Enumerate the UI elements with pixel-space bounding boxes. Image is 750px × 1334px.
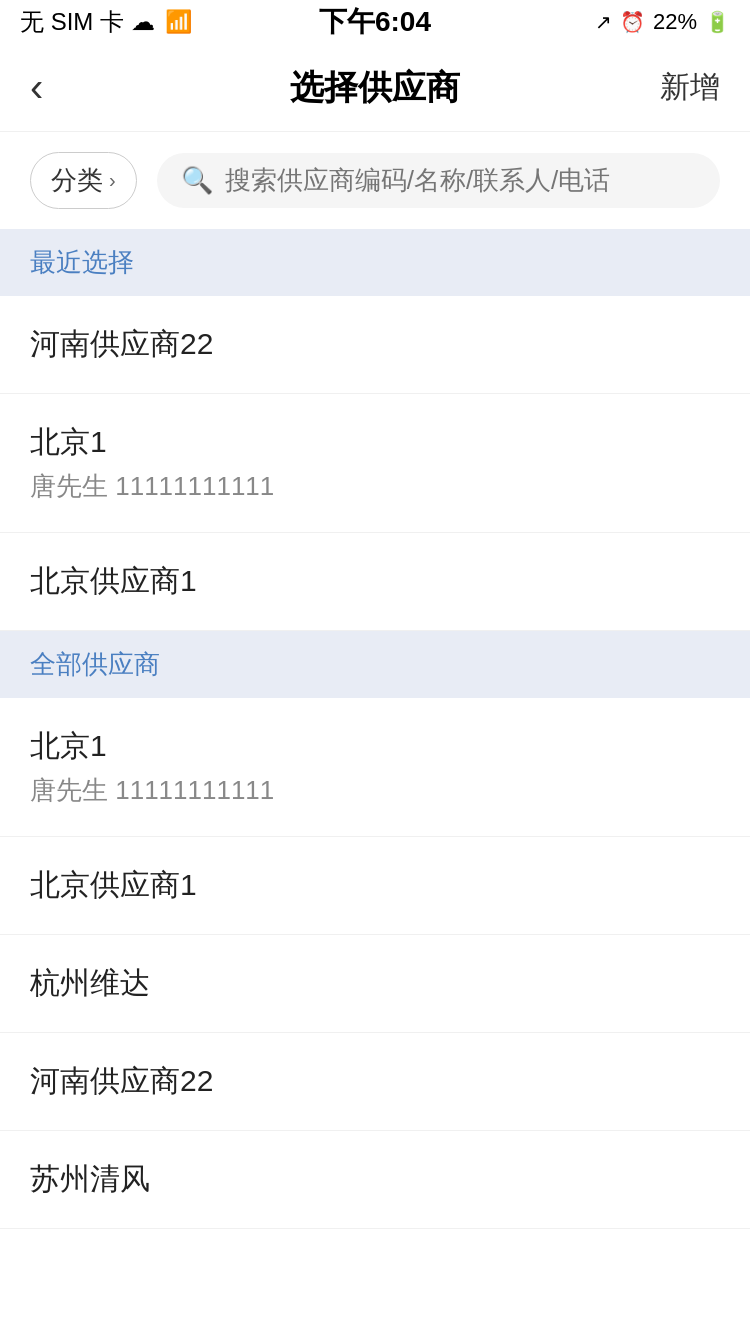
item-name: 北京供应商1: [30, 561, 720, 602]
no-sim-text: 无 SIM 卡 ☁: [20, 6, 155, 38]
battery-icon: 🔋: [705, 10, 730, 34]
all-list-item[interactable]: 苏州清风: [0, 1131, 750, 1229]
recent-section-header: 最近选择: [0, 229, 750, 296]
recent-section-label: 最近选择: [30, 247, 134, 277]
location-icon: ↗: [595, 10, 612, 34]
category-button[interactable]: 分类 ›: [30, 152, 137, 209]
category-label: 分类: [51, 163, 103, 198]
item-name: 苏州清风: [30, 1159, 720, 1200]
item-sub: 唐先生 11111111111: [30, 773, 720, 808]
recent-list-item[interactable]: 河南供应商22: [0, 296, 750, 394]
search-box[interactable]: 🔍: [157, 153, 720, 208]
alarm-icon: ⏰: [620, 10, 645, 34]
all-section-header: 全部供应商: [0, 631, 750, 698]
all-items-list: 北京1 唐先生 11111111111 北京供应商1 杭州维达河南供应商22 苏州清风: [0, 698, 750, 1229]
status-left: 无 SIM 卡 ☁ 📶: [20, 6, 192, 38]
all-list-item[interactable]: 北京1 唐先生 11111111111: [0, 698, 750, 837]
all-section-label: 全部供应商: [30, 649, 160, 679]
item-sub: 唐先生 11111111111: [30, 469, 720, 504]
back-button[interactable]: ‹: [20, 55, 53, 120]
item-name: 北京供应商1: [30, 865, 720, 906]
recent-items-list: 河南供应商22 北京1 唐先生 11111111111 北京供应商1: [0, 296, 750, 631]
item-name: 河南供应商22: [30, 1061, 720, 1102]
item-name: 河南供应商22: [30, 324, 720, 365]
filter-bar: 分类 › 🔍: [0, 132, 750, 229]
status-right: ↗ ⏰ 22% 🔋: [595, 9, 730, 35]
recent-list-item[interactable]: 北京1 唐先生 11111111111: [0, 394, 750, 533]
wifi-icon: 📶: [165, 9, 192, 35]
recent-list-item[interactable]: 北京供应商1: [0, 533, 750, 631]
search-icon: 🔍: [181, 165, 213, 196]
all-list-item[interactable]: 河南供应商22: [0, 1033, 750, 1131]
item-name: 北京1: [30, 422, 720, 463]
all-list-item[interactable]: 杭州维达: [0, 935, 750, 1033]
search-input[interactable]: [225, 165, 696, 196]
status-time: 下午6:04: [319, 3, 431, 41]
battery-text: 22%: [653, 9, 697, 35]
item-name: 北京1: [30, 726, 720, 767]
page-title: 选择供应商: [290, 65, 460, 111]
status-bar: 无 SIM 卡 ☁ 📶 下午6:04 ↗ ⏰ 22% 🔋: [0, 0, 750, 44]
item-name: 杭州维达: [30, 963, 720, 1004]
all-list-item[interactable]: 北京供应商1: [0, 837, 750, 935]
add-button[interactable]: 新增: [660, 67, 720, 108]
nav-bar: ‹ 选择供应商 新增: [0, 44, 750, 132]
chevron-right-icon: ›: [109, 169, 116, 192]
